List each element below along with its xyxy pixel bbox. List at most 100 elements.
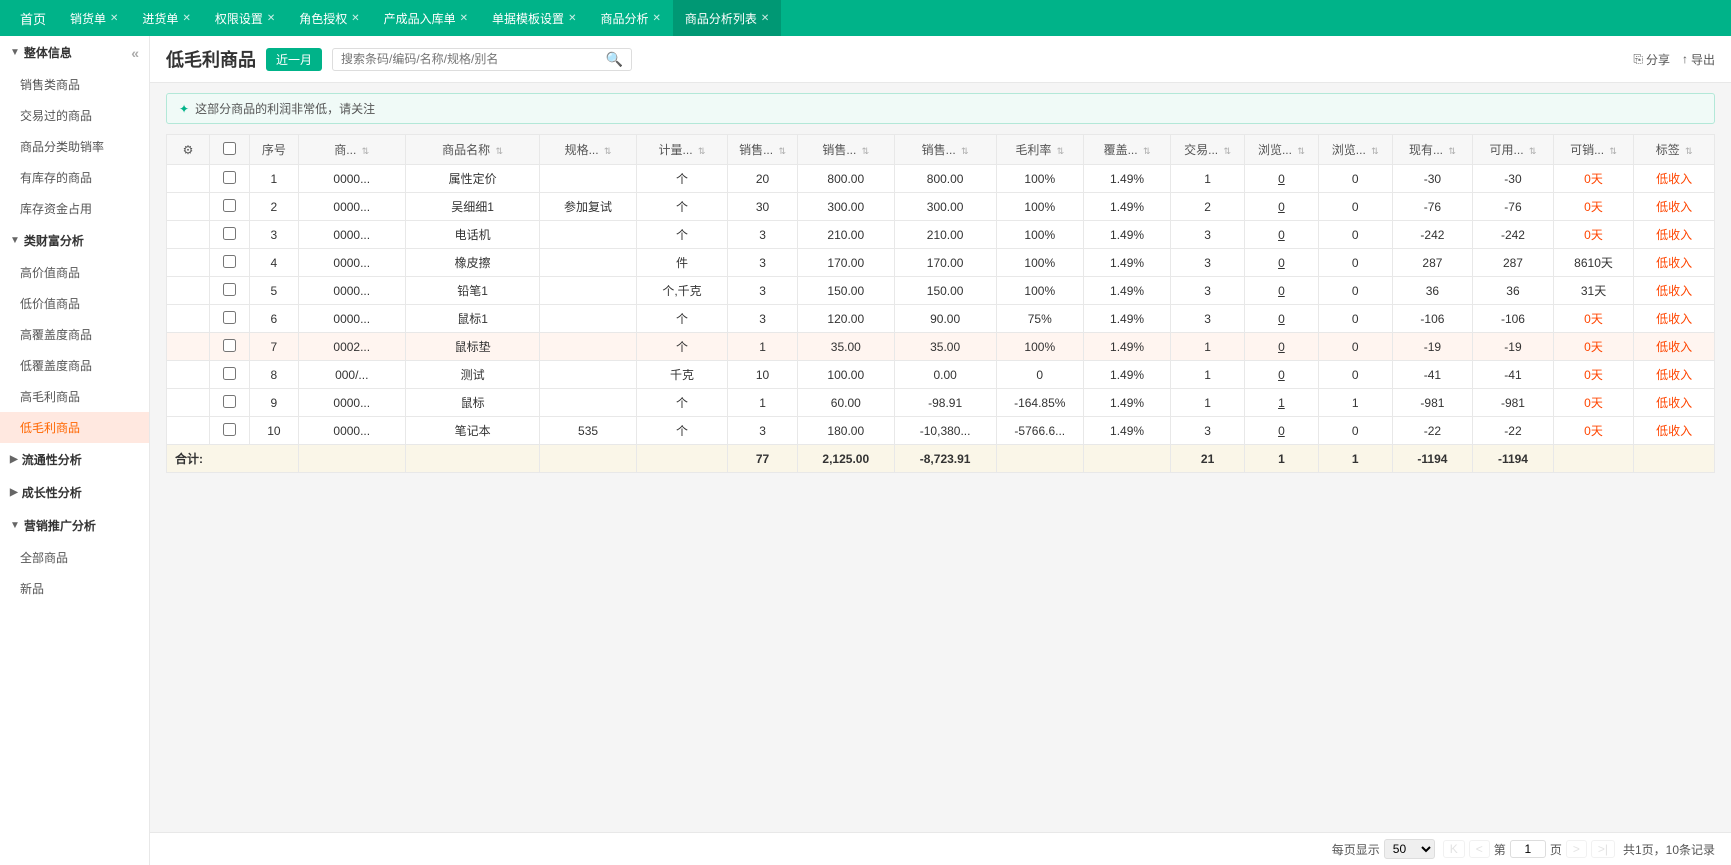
cell-code-1: 0000... [298, 193, 405, 221]
cell-current-5: -106 [1392, 305, 1473, 333]
row-check-6[interactable] [223, 339, 236, 352]
cell-check-7[interactable] [209, 361, 249, 389]
cell-unit-0: 个 [636, 165, 727, 193]
cell-browse1-2[interactable]: 0 [1245, 221, 1319, 249]
row-check-3[interactable] [223, 255, 236, 268]
th-check[interactable] [209, 135, 249, 165]
sidebar-item-stock-funds[interactable]: 库存资金占用 [0, 193, 149, 224]
sidebar-group-growth[interactable]: ▶ 成长性分析 [0, 476, 149, 509]
sidebar-item-sales-goods[interactable]: 销售类商品 [0, 69, 149, 100]
nav-sales[interactable]: 销货单 ✕ [58, 0, 130, 36]
nav-analysis-list[interactable]: 商品分析列表 ✕ [673, 0, 781, 36]
th-sales-amt[interactable]: 销售... ⇅ [894, 135, 996, 165]
row-check-5[interactable] [223, 311, 236, 324]
cell-browse1-3[interactable]: 0 [1245, 249, 1319, 277]
time-filter-button[interactable]: 近一月 [266, 48, 322, 71]
th-saleable[interactable]: 可销... ⇅ [1553, 135, 1634, 165]
nav-analysis-close[interactable]: ✕ [652, 13, 660, 24]
nav-product-inbound-close[interactable]: ✕ [460, 13, 468, 24]
row-check-8[interactable] [223, 395, 236, 408]
sidebar-group-wealth[interactable]: ▼ 类财富分析 [0, 224, 149, 257]
sidebar-group-marketing[interactable]: ▼ 营销推广分析 [0, 509, 149, 542]
share-button[interactable]: ⎘ 分享 [1633, 51, 1670, 68]
prev-page-button[interactable]: < [1469, 840, 1490, 858]
th-spec[interactable]: 规格... ⇅ [540, 135, 637, 165]
nav-product-inbound[interactable]: 产成品入库单 ✕ [372, 0, 480, 36]
th-trade[interactable]: 交易... ⇅ [1171, 135, 1245, 165]
nav-role[interactable]: 角色授权 ✕ [287, 0, 371, 36]
cell-browse1-1[interactable]: 0 [1245, 193, 1319, 221]
search-input[interactable] [341, 52, 606, 66]
th-available[interactable]: 可用... ⇅ [1473, 135, 1554, 165]
collapse-icon[interactable]: « [131, 45, 139, 61]
nav-template-close[interactable]: ✕ [568, 13, 576, 24]
check-all[interactable] [223, 142, 236, 155]
cell-name-1: 吴细细1 [405, 193, 539, 221]
cell-browse1-0[interactable]: 0 [1245, 165, 1319, 193]
row-check-7[interactable] [223, 367, 236, 380]
sidebar-item-category-rate[interactable]: 商品分类助销率 [0, 131, 149, 162]
cell-browse1-8[interactable]: 1 [1245, 389, 1319, 417]
sidebar-item-low-margin[interactable]: 低毛利商品 [0, 412, 149, 443]
th-gross-rate[interactable]: 毛利率 ⇅ [996, 135, 1083, 165]
sidebar-item-low-coverage[interactable]: 低覆盖度商品 [0, 350, 149, 381]
th-browse2[interactable]: 浏览... ⇅ [1318, 135, 1392, 165]
cell-check-6[interactable] [209, 333, 249, 361]
cell-browse1-4[interactable]: 0 [1245, 277, 1319, 305]
row-check-9[interactable] [223, 423, 236, 436]
nav-analysis[interactable]: 商品分析 ✕ [588, 0, 672, 36]
row-check-0[interactable] [223, 171, 236, 184]
cell-browse1-5[interactable]: 0 [1245, 305, 1319, 333]
nav-analysis-list-close[interactable]: ✕ [761, 13, 769, 24]
row-check-1[interactable] [223, 199, 236, 212]
first-page-button[interactable]: K [1443, 840, 1465, 858]
cell-check-5[interactable] [209, 305, 249, 333]
last-page-button[interactable]: >| [1591, 840, 1615, 858]
th-settings[interactable]: ⚙ [167, 135, 210, 165]
next-page-button[interactable]: > [1566, 840, 1587, 858]
cell-check-9[interactable] [209, 417, 249, 445]
sidebar-item-high-value[interactable]: 高价值商品 [0, 257, 149, 288]
th-coverage[interactable]: 覆盖... ⇅ [1083, 135, 1170, 165]
nav-permission[interactable]: 权限设置 ✕ [203, 0, 287, 36]
th-sales-qty[interactable]: 销售... ⇅ [728, 135, 798, 165]
cell-check-4[interactable] [209, 277, 249, 305]
nav-purchase-close[interactable]: ✕ [182, 13, 190, 24]
th-browse1[interactable]: 浏览... ⇅ [1245, 135, 1319, 165]
cell-saleable-5: 0天 [1553, 305, 1634, 333]
th-tag[interactable]: 标签 ⇅ [1634, 135, 1715, 165]
cell-browse1-7[interactable]: 0 [1245, 361, 1319, 389]
cell-check-1[interactable] [209, 193, 249, 221]
th-unit[interactable]: 计量... ⇅ [636, 135, 727, 165]
th-current[interactable]: 现有... ⇅ [1392, 135, 1473, 165]
nav-home[interactable]: 首页 [8, 0, 58, 36]
nav-purchase[interactable]: 进货单 ✕ [130, 0, 202, 36]
th-code[interactable]: 商... ⇅ [298, 135, 405, 165]
page-size-select[interactable]: 50 10 20 100 [1384, 839, 1435, 859]
sidebar-group-liquidity[interactable]: ▶ 流通性分析 [0, 443, 149, 476]
nav-role-close[interactable]: ✕ [351, 13, 359, 24]
export-button[interactable]: ↑ 导出 [1682, 51, 1715, 68]
cell-check-8[interactable] [209, 389, 249, 417]
sidebar-group-overall[interactable]: ▼ 整体信息 « [0, 36, 149, 69]
sidebar-item-traded-goods[interactable]: 交易过的商品 [0, 100, 149, 131]
sidebar-item-all-goods[interactable]: 全部商品 [0, 542, 149, 573]
sidebar-item-low-value[interactable]: 低价值商品 [0, 288, 149, 319]
th-name[interactable]: 商品名称 ⇅ [405, 135, 539, 165]
cell-browse1-9[interactable]: 0 [1245, 417, 1319, 445]
nav-permission-close[interactable]: ✕ [267, 13, 275, 24]
sidebar-item-high-coverage[interactable]: 高覆盖度商品 [0, 319, 149, 350]
page-number-input[interactable] [1510, 840, 1546, 858]
cell-browse1-6[interactable]: 0 [1245, 333, 1319, 361]
nav-sales-close[interactable]: ✕ [110, 13, 118, 24]
row-check-4[interactable] [223, 283, 236, 296]
th-sales-price[interactable]: 销售... ⇅ [797, 135, 894, 165]
sidebar-item-high-margin[interactable]: 高毛利商品 [0, 381, 149, 412]
nav-template[interactable]: 单据模板设置 ✕ [480, 0, 588, 36]
cell-check-0[interactable] [209, 165, 249, 193]
sidebar-item-stock-goods[interactable]: 有库存的商品 [0, 162, 149, 193]
sidebar-item-new-goods[interactable]: 新品 [0, 573, 149, 604]
cell-check-3[interactable] [209, 249, 249, 277]
row-check-2[interactable] [223, 227, 236, 240]
cell-check-2[interactable] [209, 221, 249, 249]
